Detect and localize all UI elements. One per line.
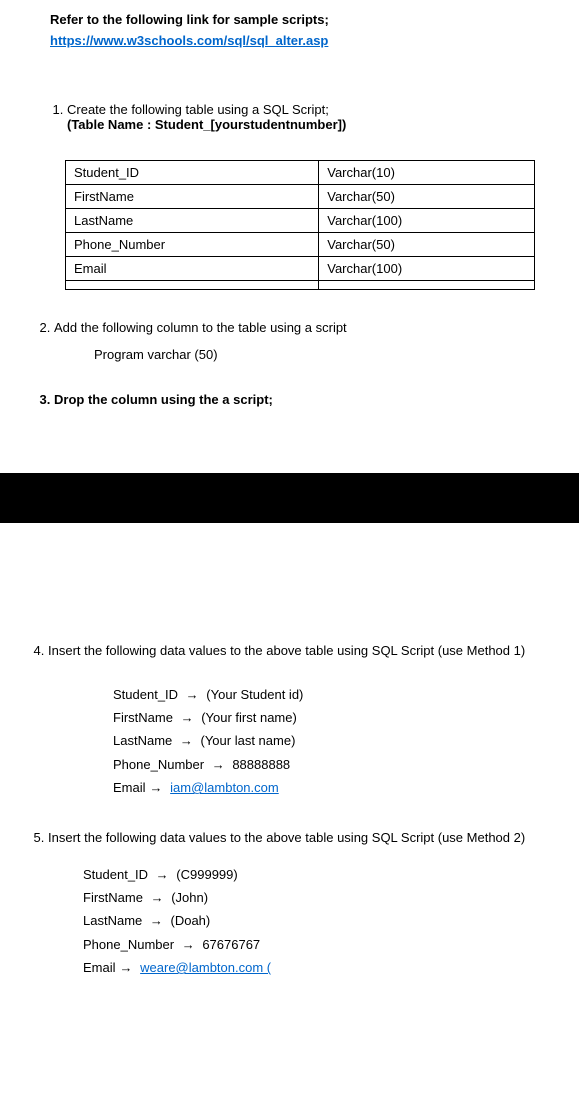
- mapping-value: (C999999): [176, 867, 237, 882]
- page-divider: [0, 473, 579, 523]
- cell-type: Varchar(100): [319, 208, 535, 232]
- arrow-icon: →: [120, 956, 133, 979]
- email-link[interactable]: iam@lambton.com: [170, 780, 279, 795]
- mapping-value: (Your last name): [201, 733, 296, 748]
- mapping-value: (Doah): [171, 913, 211, 928]
- question-4: Insert the following data values to the …: [48, 643, 549, 800]
- arrow-icon: →: [212, 753, 225, 776]
- mapping-field: LastName: [113, 733, 172, 748]
- mapping-field: Email: [113, 780, 146, 795]
- mapping-row: Email → weare@lambton.com (: [83, 956, 549, 979]
- mapping-field: Phone_Number: [83, 937, 174, 952]
- cell-field: [66, 280, 319, 289]
- q1-tablename-var: yourstudentnumber: [215, 117, 338, 132]
- table-row: Student_IDVarchar(10): [66, 160, 535, 184]
- q2-text: Add the following column to the table us…: [54, 320, 347, 335]
- cell-field: Phone_Number: [66, 232, 319, 256]
- mapping-value: (Your Student id): [206, 687, 303, 702]
- arrow-icon: →: [150, 909, 163, 932]
- arrow-icon: →: [182, 933, 195, 956]
- q1-tablename-prefix: (Table Name : Student_[: [67, 117, 215, 132]
- page-section-bottom: Insert the following data values to the …: [0, 623, 579, 1030]
- cell-type: Varchar(50): [319, 232, 535, 256]
- mapping-row: Student_ID → (Your Student id): [113, 683, 549, 706]
- mapping-value: (Your first name): [201, 710, 297, 725]
- cell-type: [319, 280, 535, 289]
- email-link[interactable]: weare@lambton.com (: [140, 960, 271, 975]
- mapping-field: FirstName: [113, 710, 173, 725]
- mapping-field: Phone_Number: [113, 757, 204, 772]
- question-2: Add the following column to the table us…: [54, 320, 534, 362]
- mapping-row: Phone_Number → 88888888: [113, 753, 549, 776]
- cell-type: Varchar(10): [319, 160, 535, 184]
- mapping-row: Phone_Number → 67676767: [83, 933, 549, 956]
- table-row: LastNameVarchar(100): [66, 208, 535, 232]
- cell-field: LastName: [66, 208, 319, 232]
- mapping-field: Student_ID: [83, 867, 148, 882]
- cell-type: Varchar(50): [319, 184, 535, 208]
- page-section-top: Refer to the following link for sample s…: [0, 0, 579, 433]
- question-1: Create the following table using a SQL S…: [67, 102, 534, 132]
- q1-text: Create the following table using a SQL S…: [67, 102, 329, 117]
- q2-detail: Program varchar (50): [94, 347, 534, 362]
- cell-type: Varchar(100): [319, 256, 535, 280]
- q1-tablename-suffix: ]): [338, 117, 347, 132]
- question-5: Insert the following data values to the …: [48, 830, 549, 980]
- arrow-icon: →: [181, 706, 194, 729]
- cell-field: FirstName: [66, 184, 319, 208]
- mapping-row: LastName → (Doah): [83, 909, 549, 932]
- arrow-icon: →: [180, 729, 193, 752]
- mapping-row: LastName → (Your last name): [113, 729, 549, 752]
- arrow-icon: →: [186, 683, 199, 706]
- table-row: EmailVarchar(100): [66, 256, 535, 280]
- q5-text: Insert the following data values to the …: [48, 830, 525, 845]
- mapping-field: FirstName: [83, 890, 143, 905]
- intro-link[interactable]: https://www.w3schools.com/sql/sql_alter.…: [50, 33, 328, 48]
- arrow-icon: →: [156, 863, 169, 886]
- mapping-field: Student_ID: [113, 687, 178, 702]
- q5-mappings: Student_ID → (C999999) FirstName → (John…: [83, 863, 549, 980]
- mapping-field: LastName: [83, 913, 142, 928]
- mapping-row: FirstName → (John): [83, 886, 549, 909]
- arrow-icon: →: [151, 886, 164, 909]
- schema-table-container: Student_IDVarchar(10) FirstNameVarchar(5…: [65, 160, 534, 290]
- mapping-row: Student_ID → (C999999): [83, 863, 549, 886]
- cell-field: Email: [66, 256, 319, 280]
- table-row: FirstNameVarchar(50): [66, 184, 535, 208]
- question-3: Drop the column using the a script;: [54, 392, 534, 407]
- mapping-row: Email → iam@lambton.com: [113, 776, 549, 799]
- mapping-value: (John): [171, 890, 208, 905]
- cell-field: Student_ID: [66, 160, 319, 184]
- schema-table: Student_IDVarchar(10) FirstNameVarchar(5…: [65, 160, 535, 290]
- intro-line1: Refer to the following link for sample s…: [50, 12, 329, 27]
- mapping-value: 67676767: [202, 937, 260, 952]
- intro-text: Refer to the following link for sample s…: [50, 10, 534, 52]
- arrow-icon: →: [150, 776, 163, 799]
- q3-text: Drop the column using the a script;: [54, 392, 273, 407]
- table-row: [66, 280, 535, 289]
- table-row: Phone_NumberVarchar(50): [66, 232, 535, 256]
- q4-text: Insert the following data values to the …: [48, 643, 525, 658]
- mapping-field: Email: [83, 960, 116, 975]
- q4-mappings: Student_ID → (Your Student id) FirstName…: [113, 683, 549, 800]
- mapping-value: 88888888: [232, 757, 290, 772]
- mapping-row: FirstName → (Your first name): [113, 706, 549, 729]
